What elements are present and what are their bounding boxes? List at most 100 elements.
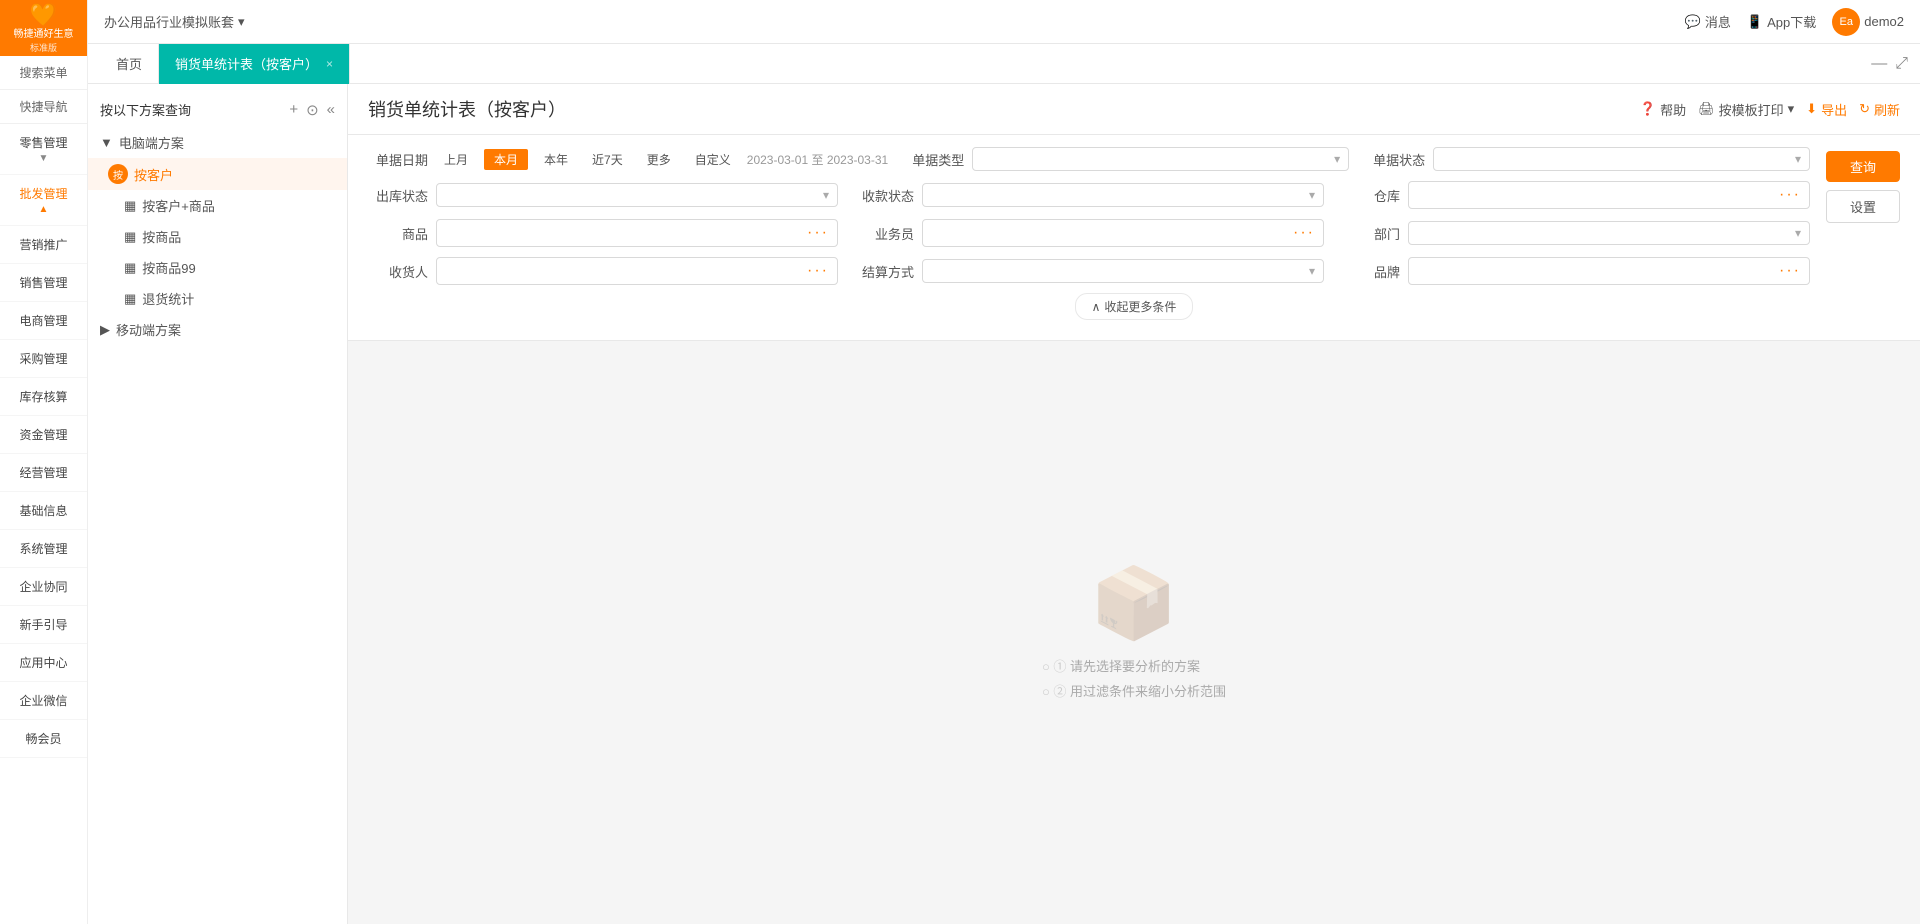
filter-area: 单据日期 上月 本月 本年 近7天 更多 自定义 2023-03-01 至 20… [348,135,1920,341]
setting-btn[interactable]: 设置 [1826,190,1900,223]
sidebar-item-finance[interactable]: 资金管理 [0,416,87,454]
settlement-select[interactable]: ▾ [922,259,1324,283]
warehouse-select[interactable]: ··· [1408,181,1810,209]
tree-item-return-stats[interactable]: ▦ 退货统计 [88,283,347,314]
empty-state: 📦 ① 请先选择要分析的方案 ② 用过滤条件来缩小分析范围 [348,341,1920,924]
message-icon: 💬 [1685,14,1701,30]
logo-text: 畅捷通好生意 [14,28,74,41]
sidebar-item-system[interactable]: 系统管理 [0,530,87,568]
newbie-label: 新手引导 [19,616,67,633]
print-dropdown-icon: ▾ [1788,101,1795,117]
purchase-label: 采购管理 [19,350,67,367]
tree-item-customer-product[interactable]: ▦ 按客户+商品 [88,190,347,221]
settings-scheme-icon[interactable]: ⊙ [306,101,319,119]
mobile-expand-icon: ▶ [100,322,110,338]
receipt-status-select[interactable]: ▾ [922,183,1324,207]
sidebar-item-marketing[interactable]: 营销推广 [0,226,87,264]
tab-controls: — ⤢ [1871,55,1920,73]
sidebar-item-wechat[interactable]: 企业微信 [0,682,87,720]
refresh-btn[interactable]: ↻ 刷新 [1859,100,1900,119]
search-menu[interactable]: 搜索菜单 [0,56,87,90]
sidebar-item-retail[interactable]: 零售管理 ▼ [0,124,87,175]
out-status-select[interactable]: ▾ [436,183,838,207]
sidebar-item-sales[interactable]: 销售管理 [0,264,87,302]
sidebar-item-inventory[interactable]: 库存核算 [0,378,87,416]
user-profile[interactable]: Ea demo2 [1832,8,1904,36]
collapse-label: 收起更多条件 [1104,298,1176,315]
salesperson-group: 业务员 ··· [854,219,1324,247]
quick-nav[interactable]: 快捷导航 [0,90,87,124]
search-menu-label: 搜索菜单 [8,64,79,81]
receiver-select[interactable]: ··· [436,257,838,285]
marketing-label: 营销推广 [19,236,67,253]
sidebar-item-basic[interactable]: 基础信息 [0,492,87,530]
tab-close-icon[interactable]: × [326,57,333,71]
left-panel-header: 按以下方案查询 + ⊙ « [88,92,347,127]
filter-fields: 单据日期 上月 本月 本年 近7天 更多 自定义 2023-03-01 至 20… [368,147,1810,285]
sidebar-item-wholesale[interactable]: 批发管理 ▲ [0,175,87,226]
print-btn[interactable]: 🖨 按模板打印 ▾ [1698,100,1794,119]
date-btn-more[interactable]: 更多 [639,149,679,170]
doc-status-arrow-icon: ▾ [1795,152,1801,166]
desktop-section[interactable]: ▼ 电脑端方案 [88,127,347,158]
doc-status-select[interactable]: ▾ [1433,147,1810,171]
page-header: 销货单统计表（按客户） ❓ 帮助 🖨 按模板打印 ▾ ⬇ 导出 [348,84,1920,135]
doc-type-arrow-icon: ▾ [1334,152,1340,166]
download-icon: 📱 [1747,14,1763,30]
ops-label: 经营管理 [19,464,67,481]
sidebar-item-vip[interactable]: 畅会员 [0,720,87,758]
left-panel-title: 按以下方案查询 [100,100,191,119]
basic-label: 基础信息 [19,502,67,519]
desktop-expand-icon: ▼ [100,135,113,150]
industry-name: 办公用品行业模拟账套 [104,12,234,31]
date-btn-this-year[interactable]: 本年 [536,149,576,170]
date-btn-last-7days[interactable]: 近7天 [584,149,631,170]
help-btn[interactable]: ❓ 帮助 [1640,100,1686,119]
sidebar-item-ops[interactable]: 经营管理 [0,454,87,492]
query-buttons: 查询 设置 [1826,147,1900,223]
mobile-section[interactable]: ▶ 移动端方案 [88,314,347,345]
export-btn[interactable]: ⬇ 导出 [1806,100,1847,119]
date-filter-group: 单据日期 上月 本月 本年 近7天 更多 自定义 2023-03-01 至 20… [368,149,888,170]
sidebar-menu: 零售管理 ▼ 批发管理 ▲ 营销推广 销售管理 电商管理 采购管理 库存核算 资… [0,124,87,924]
maximize-icon[interactable]: ⤢ [1895,55,1908,73]
date-btn-last-month[interactable]: 上月 [436,149,476,170]
salesperson-select[interactable]: ··· [922,219,1324,247]
product-select[interactable]: ··· [436,219,838,247]
add-scheme-icon[interactable]: + [289,101,298,119]
refresh-label: 刷新 [1874,100,1900,119]
industry-selector[interactable]: 办公用品行业模拟账套 ▾ [104,12,245,31]
sidebar-item-enterprise[interactable]: 企业协同 [0,568,87,606]
date-btn-this-month[interactable]: 本月 [484,149,528,170]
query-btn[interactable]: 查询 [1826,151,1900,182]
quick-nav-label: 快捷导航 [8,98,79,115]
tab-home[interactable]: 首页 [100,44,159,84]
minimize-icon[interactable]: — [1871,55,1887,73]
customer-product-label: 按客户+商品 [142,196,215,215]
warehouse-dots-icon: ··· [1779,186,1801,204]
collapse-panel-icon[interactable]: « [327,101,335,119]
department-select[interactable]: ▾ [1408,221,1810,245]
collapse-btn[interactable]: ∧ 收起更多条件 [1075,293,1194,320]
ecom-label: 电商管理 [19,312,67,329]
sidebar-item-ecom[interactable]: 电商管理 [0,302,87,340]
appstore-label: 应用中心 [19,654,67,671]
date-btn-custom[interactable]: 自定义 [687,149,739,170]
tree-item-by-product-99[interactable]: ▦ 按商品99 [88,252,347,283]
sidebar-item-newbie[interactable]: 新手引导 [0,606,87,644]
brand-select[interactable]: ··· [1408,257,1810,285]
out-status-group: 出库状态 ▾ [368,183,838,207]
sidebar-item-purchase[interactable]: 采购管理 [0,340,87,378]
filter-row-4: 收货人 ··· 结算方式 ▾ [368,257,1810,285]
app-download-btn[interactable]: 📱 App下载 [1747,12,1816,31]
sidebar-item-appstore[interactable]: 应用中心 [0,644,87,682]
tab-sales-stats[interactable]: 销货单统计表（按客户） × [159,44,350,84]
filter-row-1: 单据日期 上月 本月 本年 近7天 更多 自定义 2023-03-01 至 20… [368,147,1810,171]
by-customer-label: 按客户 [134,165,173,184]
wechat-label: 企业微信 [19,692,67,709]
message-btn[interactable]: 💬 消息 [1685,12,1731,31]
tree-item-by-product[interactable]: ▦ 按商品 [88,221,347,252]
tree-item-by-customer[interactable]: 按 按客户 [88,158,347,190]
doc-type-select[interactable]: ▾ [972,147,1349,171]
settlement-label: 结算方式 [854,262,914,281]
